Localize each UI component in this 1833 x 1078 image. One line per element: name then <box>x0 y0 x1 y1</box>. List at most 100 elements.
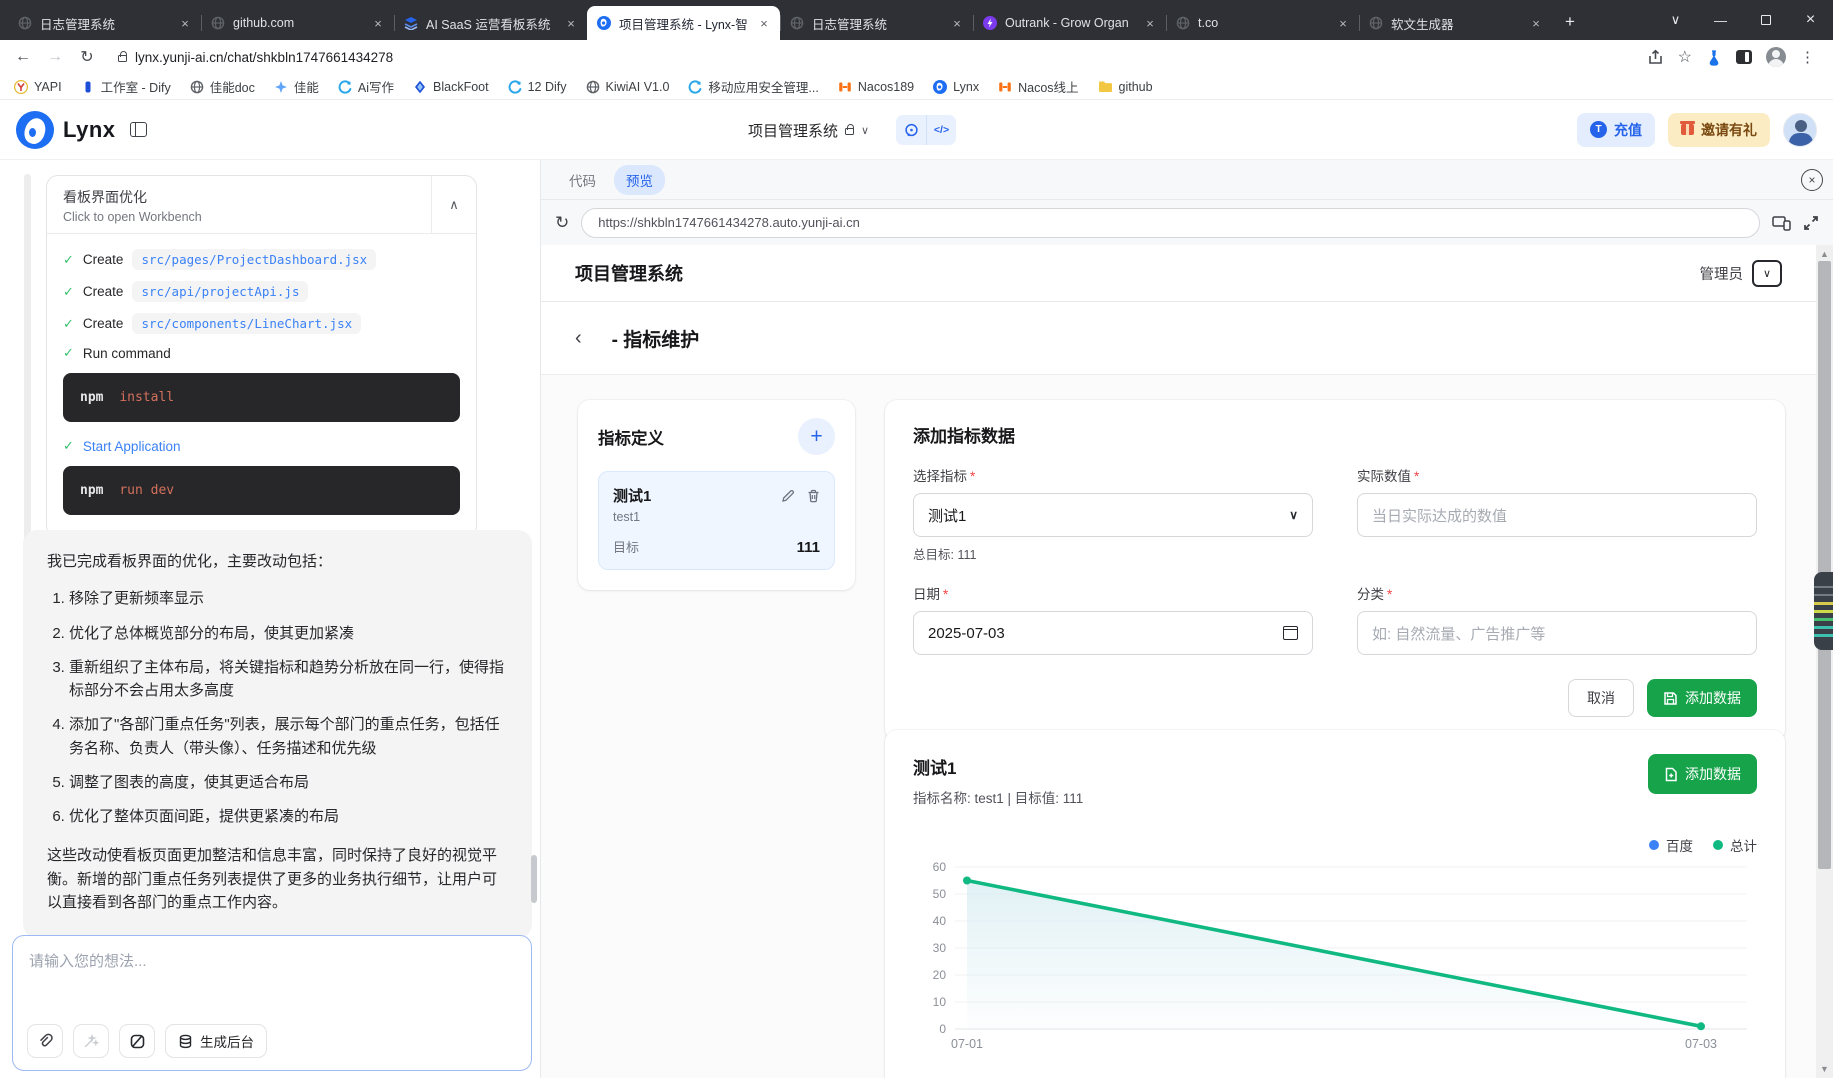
browser-tab[interactable]: 软文生成器× <box>1359 6 1552 40</box>
back-chevron-icon[interactable]: ‹ <box>575 327 582 350</box>
scroll-down-icon[interactable]: ▼ <box>1816 1064 1833 1074</box>
bookmark-item[interactable]: 移动应用安全管理... <box>688 77 818 96</box>
add-metric-button[interactable]: + <box>798 418 835 455</box>
chat-mode-icon[interactable] <box>896 115 926 145</box>
new-tab-button[interactable]: + <box>1556 8 1584 36</box>
share-icon[interactable] <box>1647 49 1664 66</box>
address-bar[interactable]: lynx.yunji-ai.cn/chat/shkbln174766143427… <box>118 50 1641 65</box>
folder-bookmark-icon <box>1098 80 1113 93</box>
side-panel-icon[interactable] <box>1736 50 1752 64</box>
chat-input-box[interactable]: 请输入您的想法... 生成后台 <box>12 935 532 1071</box>
bookmark-item[interactable]: 工作室 - Dify <box>81 77 171 96</box>
profile-avatar-icon[interactable] <box>1766 47 1786 67</box>
role-dropdown[interactable]: ∨ <box>1752 260 1782 287</box>
device-toggle-icon[interactable] <box>1772 215 1791 231</box>
chat-scrollbar-thumb[interactable] <box>531 855 537 903</box>
invite-button[interactable]: 邀请有礼 <box>1668 113 1770 147</box>
reload-icon[interactable]: ↻ <box>74 44 100 70</box>
recharge-button[interactable]: T 充值 <box>1577 113 1655 147</box>
close-button[interactable]: × <box>1788 0 1833 40</box>
browser-tab[interactable]: github.com× <box>201 6 394 40</box>
file-path-pill[interactable]: src/pages/ProjectDashboard.jsx <box>132 249 376 270</box>
user-avatar[interactable] <box>1783 113 1817 147</box>
page-scrollbar[interactable]: ▲ ▼ <box>1816 245 1833 1078</box>
tab-close-icon[interactable]: × <box>756 16 772 31</box>
file-path-pill[interactable]: src/components/LineChart.jsx <box>132 313 361 334</box>
bookmark-item[interactable]: 12 Dify <box>508 80 567 94</box>
bookmark-item[interactable]: github <box>1098 80 1153 94</box>
category-input[interactable]: 如: 自然流量、广告推广等 <box>1357 611 1757 655</box>
private-lock-icon <box>845 128 854 135</box>
minimize-button[interactable]: — <box>1698 0 1743 40</box>
tab-close-icon[interactable]: × <box>1335 16 1351 31</box>
tab-close-icon[interactable]: × <box>177 16 193 31</box>
tab-preview[interactable]: 预览 <box>614 165 665 195</box>
browser-tab[interactable]: AI SaaS 运营看板系统× <box>394 6 587 40</box>
menu-dots-icon[interactable]: ⋮ <box>1800 48 1815 66</box>
lynx-logo-icon[interactable] <box>16 111 54 149</box>
file-path-pill[interactable]: src/api/projectApi.js <box>132 281 308 302</box>
bookmark-item[interactable]: 佳能 <box>274 77 319 96</box>
browser-tab[interactable]: 日志管理系统 × <box>780 6 973 40</box>
bookmark-item[interactable]: BlackFoot <box>413 80 489 94</box>
preview-reload-icon[interactable]: ↻ <box>555 213 569 233</box>
submit-add-data-button[interactable]: 添加数据 <box>1647 679 1757 717</box>
bookmark-item[interactable]: KiwiAI V1.0 <box>586 80 670 94</box>
disable-edit-button[interactable] <box>119 1024 155 1058</box>
browser-tab[interactable]: t.co× <box>1166 6 1359 40</box>
delete-trash-icon[interactable] <box>807 489 820 503</box>
bookmark-star-icon[interactable]: ☆ <box>1678 47 1692 67</box>
tab-close-icon[interactable]: × <box>949 16 965 31</box>
chart-add-data-button[interactable]: 添加数据 <box>1648 754 1757 794</box>
bookmark-label: 工作室 - Dify <box>101 77 171 96</box>
bookmark-item[interactable]: Lynx <box>933 80 979 94</box>
bookmark-item[interactable]: YAPI <box>14 80 62 94</box>
bookmark-item[interactable]: 佳能doc <box>190 77 255 96</box>
tab-code[interactable]: 代码 <box>557 165 608 195</box>
edit-pencil-icon[interactable] <box>781 489 795 503</box>
browser-tab[interactable]: 项目管理系统 - Lynx-智× <box>587 6 780 40</box>
main-area: 看板界面优化 Click to open Workbench ∧ ✓Create… <box>0 160 1833 1078</box>
nacos-bookmark-icon <box>998 80 1012 94</box>
forward-icon[interactable]: → <box>42 44 68 70</box>
generate-backend-button[interactable]: 生成后台 <box>165 1024 267 1058</box>
preview-url-field[interactable]: https://shkbln1747661434278.auto.yunji-a… <box>581 208 1760 238</box>
code-mode-icon[interactable]: </> <box>926 115 956 145</box>
attach-button[interactable] <box>27 1024 63 1058</box>
tab-close-icon[interactable]: × <box>370 16 386 31</box>
scrollbar-thumb[interactable] <box>1818 261 1831 869</box>
legend-item[interactable]: 百度 <box>1649 835 1693 855</box>
collapse-chevron-icon[interactable]: ∧ <box>431 176 476 233</box>
project-title-group[interactable]: 项目管理系统 ∨ <box>748 100 869 160</box>
bookmark-item[interactable]: Nacos线上 <box>998 77 1078 96</box>
bookmark-item[interactable]: Ai写作 <box>338 77 394 96</box>
date-input[interactable]: 2025-07-03 <box>913 611 1313 655</box>
tab-search-icon[interactable]: ∨ <box>1653 0 1698 40</box>
back-icon[interactable]: ← <box>10 44 36 70</box>
url-text[interactable]: lynx.yunji-ai.cn/chat/shkbln174766143427… <box>135 50 393 65</box>
tab-close-icon[interactable]: × <box>563 16 579 31</box>
sidebar-toggle-icon[interactable] <box>130 122 147 137</box>
start-application-link[interactable]: Start Application <box>83 439 181 454</box>
extension-flask-icon[interactable] <box>1706 49 1722 66</box>
metric-select[interactable]: 测试1 ∨ <box>913 493 1313 537</box>
tab-title: 日志管理系统 <box>812 14 941 33</box>
bookmark-item[interactable]: Nacos189 <box>838 80 914 94</box>
workbench-card[interactable]: 看板界面优化 Click to open Workbench ∧ ✓Create… <box>46 175 477 538</box>
role-label: 管理员 <box>1700 263 1744 284</box>
cancel-button[interactable]: 取消 <box>1568 679 1634 717</box>
browser-tab[interactable]: Outrank - Grow Organ× <box>973 6 1166 40</box>
restore-button[interactable] <box>1743 0 1788 40</box>
legend-item[interactable]: 总计 <box>1713 835 1757 855</box>
magic-wand-button[interactable] <box>73 1024 109 1058</box>
extension-handle[interactable] <box>1814 572 1833 650</box>
tab-close-icon[interactable]: × <box>1528 16 1544 31</box>
scroll-up-icon[interactable]: ▲ <box>1816 249 1833 259</box>
calendar-icon[interactable] <box>1283 626 1298 640</box>
actual-value-input[interactable]: 当日实际达成的数值 <box>1357 493 1757 537</box>
fullscreen-icon[interactable] <box>1803 215 1819 231</box>
close-preview-icon[interactable]: × <box>1801 169 1823 191</box>
tab-close-icon[interactable]: × <box>1142 16 1158 31</box>
metric-item[interactable]: 测试1 test1 目标 111 <box>598 471 835 570</box>
browser-tab[interactable]: 日志管理系统× <box>8 6 201 40</box>
